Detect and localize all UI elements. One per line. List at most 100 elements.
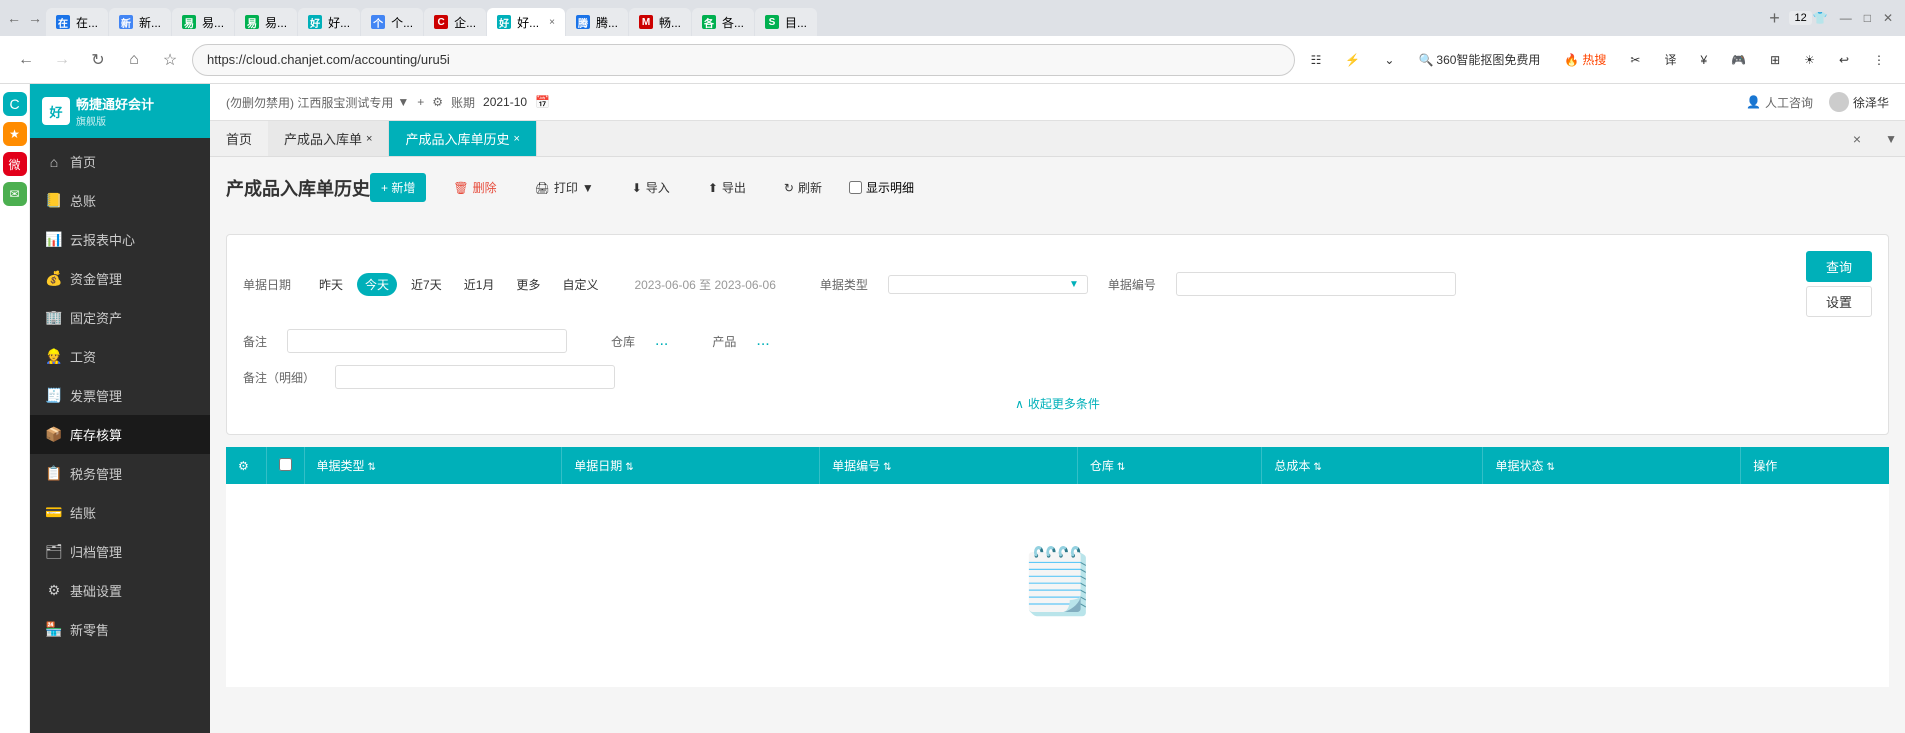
number-input[interactable] [1176,272,1456,296]
scissors-button[interactable]: ✂ [1622,50,1648,70]
sidebar-item-tax[interactable]: 📋 税务管理 [30,454,210,493]
query-button[interactable]: 查询 [1806,251,1872,282]
icon-sidebar-mail[interactable]: ✉ [3,182,27,206]
tab-count[interactable]: 12 [1789,11,1811,25]
home-nav-button[interactable]: ⌂ [120,46,148,74]
new-tab-button[interactable]: + [1760,4,1788,32]
export-button[interactable]: ⬆ 导出 [697,173,757,202]
lightning-button[interactable]: ⚡ [1337,50,1368,70]
game-button[interactable]: 🎮 [1723,50,1754,70]
date-btn-更多[interactable]: 更多 [508,273,548,296]
user-avatar[interactable]: 徐泽华 [1829,92,1889,112]
service-button[interactable]: 👤 人工咨询 [1746,94,1813,111]
sidebar-item-invoice[interactable]: 🧾 发票管理 [30,376,210,415]
maximize-button[interactable]: □ [1864,11,1871,25]
breadcrumb-tab-产成品入库单历史[interactable]: 产成品入库单历史 × [389,121,536,156]
date-btn-今天[interactable]: 今天 [357,273,397,296]
sidebar-item-new_retail[interactable]: 🏪 新零售 [30,610,210,649]
browser-tab-t1[interactable]: 在 在... [46,8,108,36]
delete-button[interactable]: 🗑 删除 [442,173,507,202]
sidebar-item-archive[interactable]: 🗂 归档管理 [30,532,210,571]
close-panel-button[interactable]: × [1837,123,1877,155]
sidebar-item-inventory[interactable]: 📦 库存核算 [30,415,210,454]
sidebar-item-reports[interactable]: 📊 云报表中心 [30,220,210,259]
date-btn-昨天[interactable]: 昨天 [311,273,351,296]
browser-tab-t4[interactable]: 易 易... [235,8,297,36]
show-detail-checkbox[interactable] [849,181,862,194]
th-warehouse[interactable]: 仓库⇅ [1077,447,1261,484]
filter-settings-button[interactable]: 设置 [1806,286,1872,317]
back-nav-button[interactable]: ← [12,46,40,74]
icon-sidebar-orange[interactable]: ★ [3,122,27,146]
browser-tab-t9[interactable]: 腾 腾... [566,8,628,36]
close-button[interactable]: ✕ [1883,11,1893,25]
th-status[interactable]: 单据状态⇅ [1483,447,1741,484]
print-button[interactable]: 🖨 打印 ▼ [524,173,605,202]
browser-tab-t8[interactable]: 好 好... × [487,8,565,36]
detail-note-input[interactable] [335,365,615,389]
period-value[interactable]: 2021-10 [483,95,527,109]
icon-sidebar-logo[interactable]: C [3,92,27,116]
th-gear[interactable]: ⚙ [226,447,266,484]
note-input[interactable] [287,329,567,353]
sidebar-item-settlement[interactable]: 💳 结账 [30,493,210,532]
grid-button[interactable]: ⊞ [1762,50,1788,70]
more-button[interactable]: ⋮ [1865,50,1893,70]
date-btn-自定义[interactable]: 自定义 [554,273,606,296]
translate-button[interactable]: 译 [1656,48,1684,71]
browser-tab-t11[interactable]: 各 各... [692,8,754,36]
forward-button[interactable]: → [25,8,45,28]
type-select[interactable]: ▼ [888,275,1088,294]
breadcrumb-tab-close-icon[interactable]: × [513,133,519,145]
icon-sidebar-weibo[interactable]: 微 [3,152,27,176]
browser-tab-t2[interactable]: 新 新... [109,8,171,36]
collapse-button[interactable]: ∧ 收起更多条件 [243,389,1872,418]
brightness-button[interactable]: ☀ [1796,50,1823,70]
date-btn-近1月[interactable]: 近1月 [456,273,503,296]
forward-nav-button[interactable]: → [48,46,76,74]
browser-tab-t12[interactable]: S 目... [755,8,817,36]
yuan-button[interactable]: ¥ [1692,50,1715,70]
company-selector[interactable]: (勿删勿禁用) 江西服宝测试专用 ▼ [226,94,409,111]
breadcrumb-tab-close-icon[interactable]: × [366,133,372,145]
product-dots[interactable]: ... [756,332,769,350]
add-company-button[interactable]: + [417,95,424,109]
browser-tab-t3[interactable]: 易 易... [172,8,234,36]
browser-tab-t7[interactable]: C 企... [424,8,486,36]
sidebar-item-funds[interactable]: 💰 资金管理 [30,259,210,298]
warehouse-dots[interactable]: ... [655,332,668,350]
hot-search-label[interactable]: 🔥 热搜 [1556,48,1614,71]
sidebar-item-fixed_assets[interactable]: 🏢 固定资产 [30,298,210,337]
browser-tab-t6[interactable]: 个 个... [361,8,423,36]
tab-close-icon[interactable]: × [549,17,555,28]
refresh-nav-button[interactable]: ↻ [84,46,112,74]
th-number[interactable]: 单据编号⇅ [820,447,1078,484]
calendar-icon[interactable]: 📅 [535,95,550,109]
address-input[interactable] [192,44,1295,76]
bookmark-button[interactable]: ☆ [156,46,184,74]
select-all-checkbox[interactable] [279,458,292,471]
sidebar-item-basic_settings[interactable]: ⚙ 基础设置 [30,571,210,610]
minimize-button[interactable]: — [1840,11,1852,25]
sidebar-item-payroll[interactable]: 👷 工资 [30,337,210,376]
settings-company-button[interactable]: ⚙ [432,95,443,109]
sidebar-item-home[interactable]: ⌂ 首页 [30,142,210,181]
refresh-button[interactable]: ↻ 刷新 [773,173,833,202]
import-button[interactable]: ⬇ 导入 [621,173,681,202]
app-logo[interactable]: 好 畅捷通好会计 旗舰版 [30,84,210,138]
breadcrumb-tab-产成品入库单[interactable]: 产成品入库单 × [268,121,389,156]
undo-button[interactable]: ↩ [1831,50,1857,70]
back-button[interactable]: ← [4,8,24,28]
browser-tab-t5[interactable]: 好 好... [298,8,360,36]
th-total_cost[interactable]: 总成本⇅ [1262,447,1483,484]
extensions-button[interactable]: ☷ [1303,50,1330,70]
search-toolbar[interactable]: 🔍 360智能抠图免费用 [1410,48,1548,71]
dropdown-button[interactable]: ⌄ [1376,50,1402,70]
browser-tab-t10[interactable]: M 畅... [629,8,691,36]
th-date[interactable]: 单据日期⇅ [562,447,820,484]
date-btn-近7天[interactable]: 近7天 [403,273,450,296]
sidebar-item-ledger[interactable]: 📒 总账 [30,181,210,220]
breadcrumb-home[interactable]: 首页 [210,121,268,156]
expand-button[interactable]: ▼ [1877,124,1905,154]
th-type[interactable]: 单据类型⇅ [304,447,562,484]
